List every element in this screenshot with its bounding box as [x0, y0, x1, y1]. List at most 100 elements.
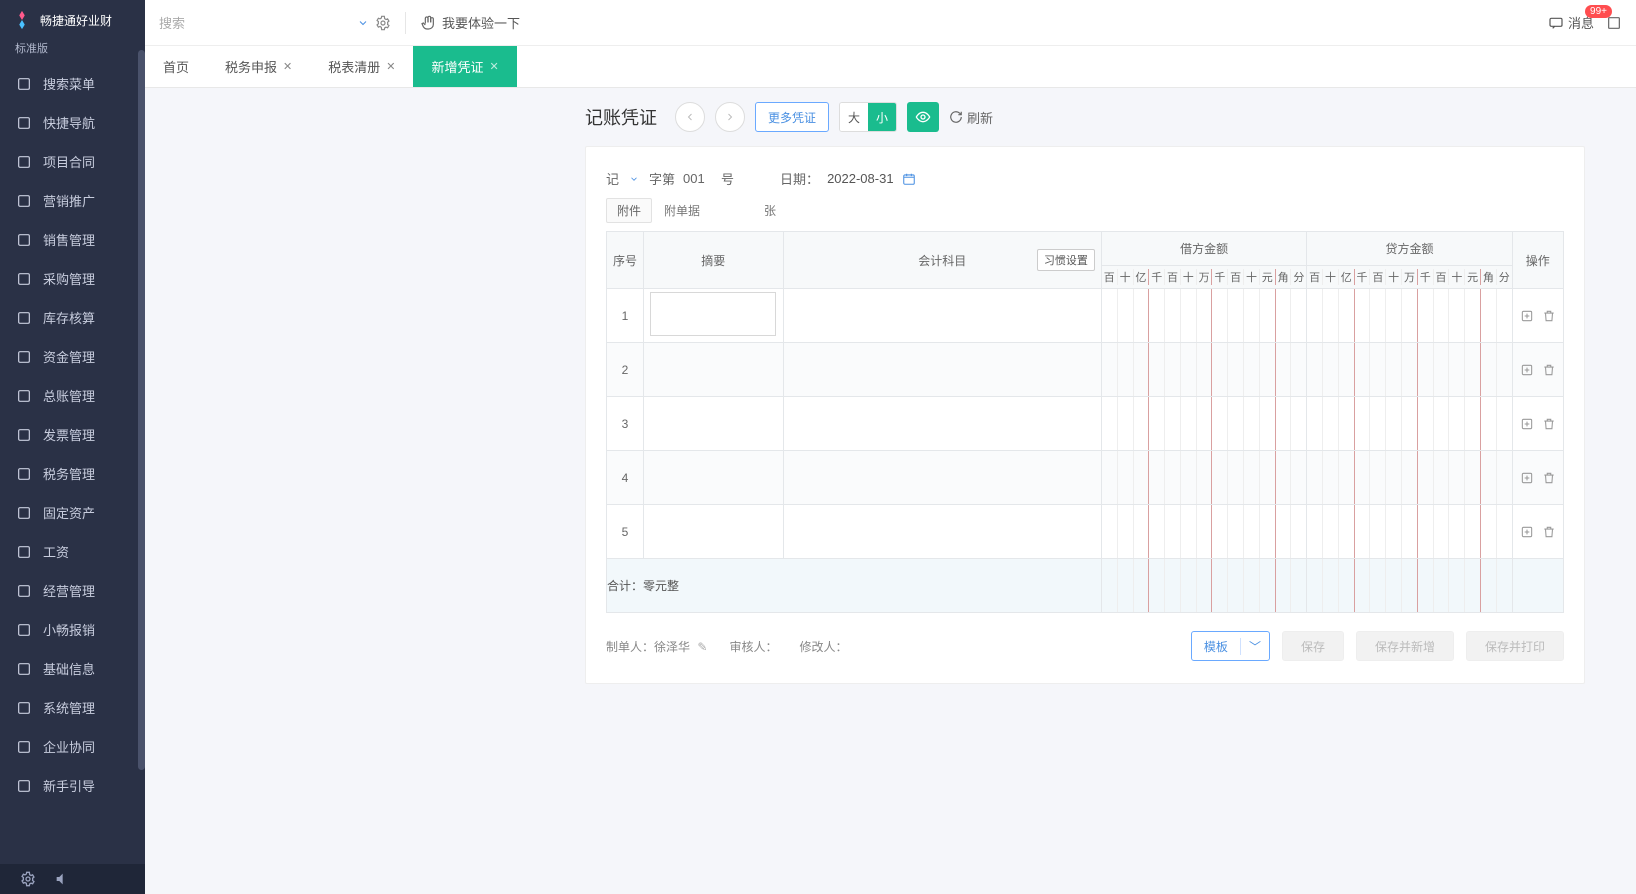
amount-cell[interactable]: [1355, 451, 1371, 504]
voucher-date[interactable]: 2022-08-31: [827, 171, 894, 186]
view-toggle-button[interactable]: [907, 102, 939, 132]
amount-cell[interactable]: [1434, 289, 1450, 342]
amount-cell[interactable]: [1102, 289, 1118, 342]
close-icon[interactable]: ✕: [386, 60, 395, 73]
amount-cell[interactable]: [1291, 451, 1306, 504]
amount-cell[interactable]: [1228, 451, 1244, 504]
amount-cell[interactable]: [1323, 289, 1339, 342]
sidebar-item-18[interactable]: 新手引导: [0, 766, 145, 805]
amount-cell[interactable]: [1291, 343, 1306, 396]
amount-cell[interactable]: [1497, 451, 1512, 504]
amount-cell[interactable]: [1165, 289, 1181, 342]
amount-cell[interactable]: [1323, 397, 1339, 450]
amount-cell[interactable]: [1497, 289, 1512, 342]
amount-cell[interactable]: [1244, 343, 1260, 396]
save-print-button[interactable]: 保存并打印: [1466, 631, 1564, 661]
amount-cell[interactable]: [1434, 505, 1450, 558]
delete-row-icon[interactable]: [1542, 363, 1556, 377]
amount-cell[interactable]: [1465, 289, 1481, 342]
habit-setting-button[interactable]: 习惯设置: [1037, 249, 1095, 271]
edit-icon[interactable]: ✎: [697, 640, 707, 654]
amount-cell[interactable]: [1370, 505, 1386, 558]
summary-cell[interactable]: [643, 505, 783, 559]
sidebar-item-14[interactable]: 小畅报销: [0, 610, 145, 649]
amount-cell[interactable]: [1102, 505, 1118, 558]
prev-voucher-button[interactable]: [675, 102, 705, 132]
amount-cell[interactable]: [1118, 343, 1134, 396]
amount-cell[interactable]: [1370, 343, 1386, 396]
amount-cell[interactable]: [1212, 397, 1228, 450]
save-button[interactable]: 保存: [1282, 631, 1344, 661]
add-row-icon[interactable]: [1520, 417, 1534, 431]
amount-cell[interactable]: [1402, 343, 1418, 396]
amount-cell[interactable]: [1307, 343, 1323, 396]
sidebar-item-5[interactable]: 采购管理: [0, 259, 145, 298]
amount-cell[interactable]: [1481, 343, 1497, 396]
sidebar-item-3[interactable]: 营销推广: [0, 181, 145, 220]
amount-cell[interactable]: [1244, 451, 1260, 504]
amount-cell[interactable]: [1181, 505, 1197, 558]
amount-cell[interactable]: [1291, 505, 1306, 558]
amount-cell[interactable]: [1339, 451, 1355, 504]
amount-cell[interactable]: [1260, 505, 1276, 558]
amount-cell[interactable]: [1149, 505, 1165, 558]
message-button[interactable]: 消息 99+: [1548, 13, 1594, 32]
amount-cell[interactable]: [1165, 397, 1181, 450]
amount-cell[interactable]: [1339, 289, 1355, 342]
amount-cell[interactable]: [1181, 289, 1197, 342]
amount-cell[interactable]: [1212, 343, 1228, 396]
search-settings-icon[interactable]: [375, 15, 391, 31]
sidebar-item-10[interactable]: 税务管理: [0, 454, 145, 493]
amount-cell[interactable]: [1276, 397, 1292, 450]
amount-cell[interactable]: [1165, 343, 1181, 396]
sidebar-item-6[interactable]: 库存核算: [0, 298, 145, 337]
delete-row-icon[interactable]: [1542, 525, 1556, 539]
sidebar-item-11[interactable]: 固定资产: [0, 493, 145, 532]
amount-cell[interactable]: [1134, 397, 1150, 450]
voucher-number[interactable]: 001: [683, 171, 713, 186]
amount-cell[interactable]: [1465, 397, 1481, 450]
account-cell[interactable]: [783, 397, 1101, 451]
sidebar-item-17[interactable]: 企业协同: [0, 727, 145, 766]
add-row-icon[interactable]: [1520, 363, 1534, 377]
amount-cell[interactable]: [1276, 343, 1292, 396]
amount-cell[interactable]: [1339, 505, 1355, 558]
amount-cell[interactable]: [1355, 505, 1371, 558]
amount-cell[interactable]: [1370, 397, 1386, 450]
amount-cell[interactable]: [1434, 451, 1450, 504]
sidebar-item-4[interactable]: 销售管理: [0, 220, 145, 259]
sound-icon[interactable]: [54, 871, 70, 887]
chevron-down-icon[interactable]: [629, 174, 639, 184]
amount-cell[interactable]: [1386, 397, 1402, 450]
amount-cell[interactable]: [1228, 397, 1244, 450]
amount-cell[interactable]: [1434, 397, 1450, 450]
amount-cell[interactable]: [1355, 397, 1371, 450]
amount-cell[interactable]: [1402, 451, 1418, 504]
amount-cell[interactable]: [1402, 397, 1418, 450]
amount-cell[interactable]: [1323, 451, 1339, 504]
amount-cell[interactable]: [1149, 397, 1165, 450]
amount-cell[interactable]: [1465, 451, 1481, 504]
amount-cell[interactable]: [1118, 289, 1134, 342]
amount-cell[interactable]: [1465, 343, 1481, 396]
amount-cell[interactable]: [1118, 451, 1134, 504]
amount-cell[interactable]: [1228, 505, 1244, 558]
account-cell[interactable]: [783, 451, 1101, 505]
amount-cell[interactable]: [1165, 505, 1181, 558]
amount-cell[interactable]: [1228, 289, 1244, 342]
sidebar-item-9[interactable]: 发票管理: [0, 415, 145, 454]
more-voucher-button[interactable]: 更多凭证: [755, 102, 829, 132]
amount-cell[interactable]: [1260, 289, 1276, 342]
calendar-icon[interactable]: [902, 172, 916, 186]
account-cell[interactable]: [783, 289, 1101, 343]
sidebar-item-16[interactable]: 系统管理: [0, 688, 145, 727]
amount-cell[interactable]: [1449, 451, 1465, 504]
amount-cell[interactable]: [1307, 505, 1323, 558]
amount-cell[interactable]: [1481, 289, 1497, 342]
amount-cell[interactable]: [1149, 289, 1165, 342]
template-button[interactable]: 模板 ﹀: [1191, 631, 1270, 661]
amount-cell[interactable]: [1212, 505, 1228, 558]
sidebar-item-1[interactable]: 快捷导航: [0, 103, 145, 142]
delete-row-icon[interactable]: [1542, 471, 1556, 485]
amount-cell[interactable]: [1260, 343, 1276, 396]
